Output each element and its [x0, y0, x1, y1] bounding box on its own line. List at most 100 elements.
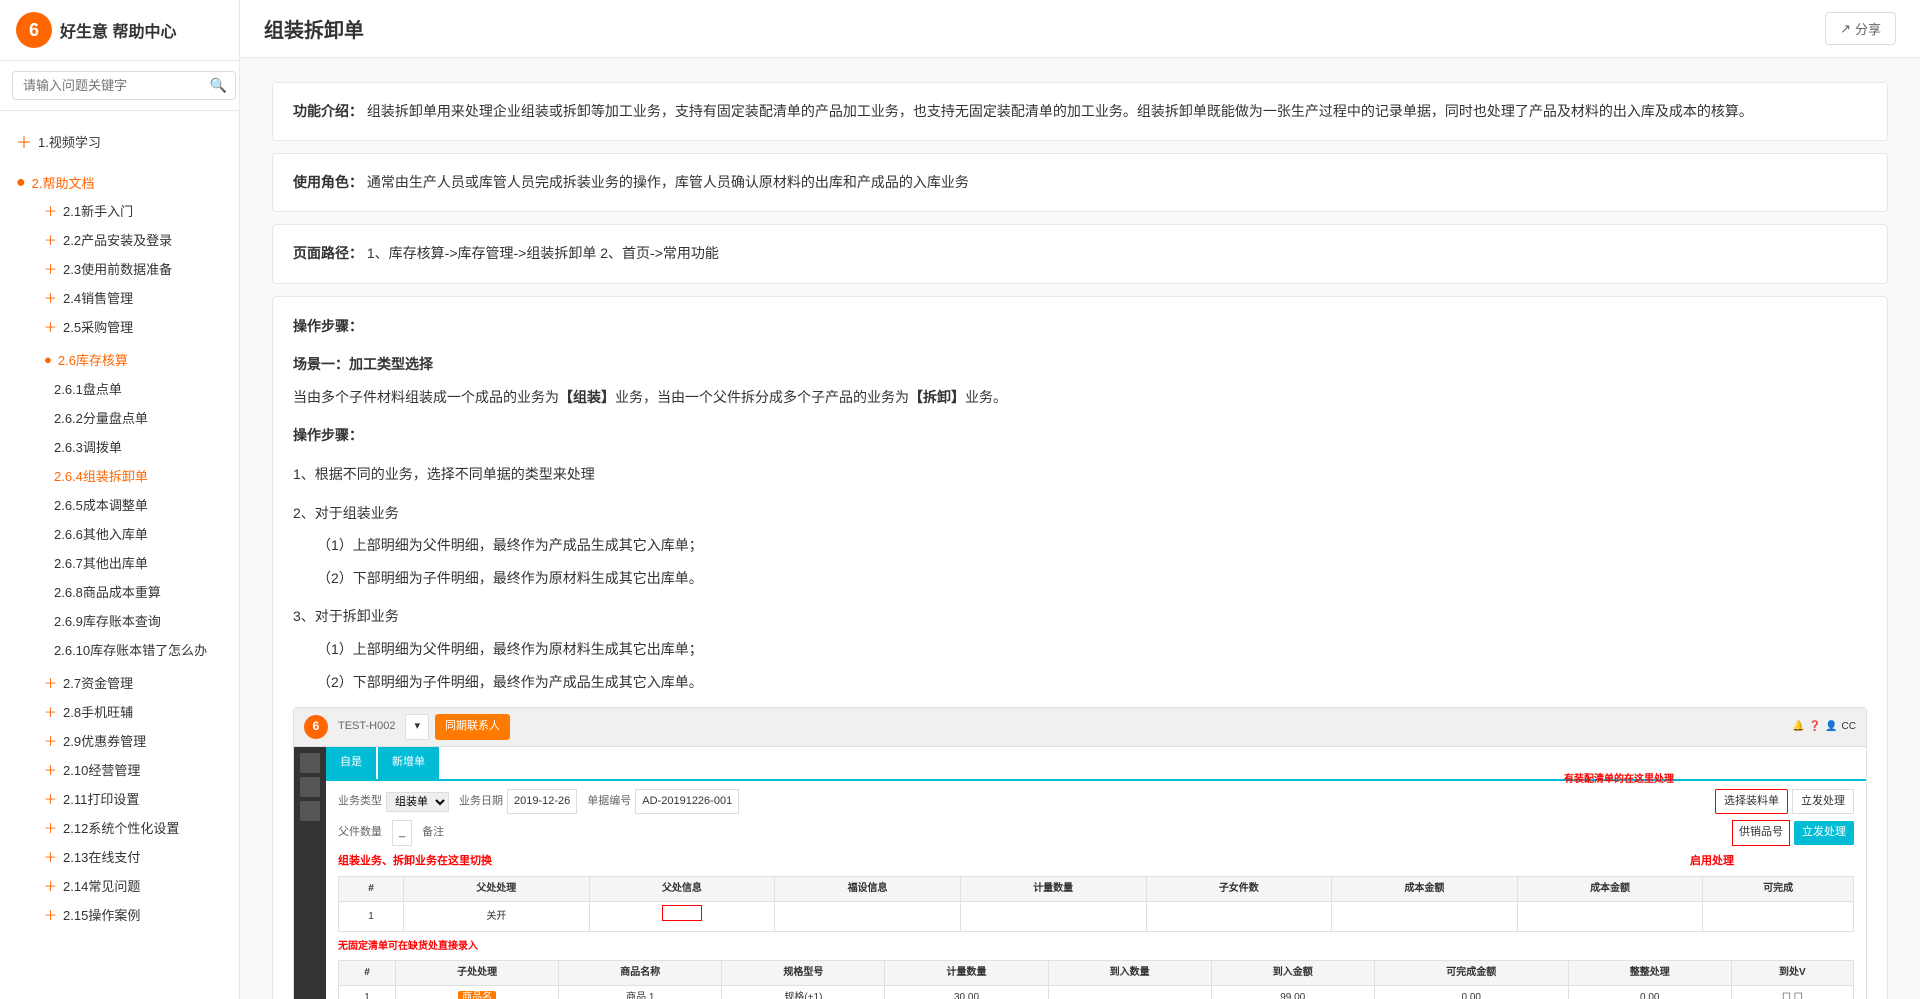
annotation2-text: 组装业务、拆卸业务在这里切换: [338, 852, 492, 872]
role-text: 通常由生产人员或库管人员完成拆装业务的操作，库管人员确认原材料的出库和产成品的入…: [367, 174, 969, 190]
ops-section: 操作步骤： 场景一：加工类型选择 当由多个子件材料组装成一个成品的业务为【组装】…: [272, 296, 1888, 999]
sidebar-item-install[interactable]: ＋ 2.2产品安装及登录: [36, 225, 223, 254]
sidebar-item-finance[interactable]: ＋ 2.7资金管理: [36, 668, 223, 697]
screen-table-upper: # 父处处理 父处信息 福设信息 计量数量 子女件数 成本金额 成本金额 可完成: [338, 876, 1854, 932]
screen-th-cost1: 成本金额: [1332, 877, 1518, 902]
cell-in-amt: 99.00: [1211, 986, 1374, 999]
path-label: 页面路径：: [293, 245, 363, 261]
screen-th-parent-op: 父处处理: [404, 877, 590, 902]
table-row: 1 关开: [339, 902, 1854, 932]
plus-icon: ＋: [44, 702, 57, 721]
sidebar-item-cost-recalc[interactable]: 2.6.8商品成本重算: [50, 577, 223, 606]
item-label: 2.6.6其他入库单: [54, 524, 148, 543]
sidebar-item-other-in[interactable]: 2.6.6其他入库单: [50, 519, 223, 548]
sidebar-item-online-pay[interactable]: ＋ 2.13在线支付: [36, 842, 223, 871]
sidebar-item-operations[interactable]: ＋ 2.10经营管理: [36, 755, 223, 784]
screen-th-child-num: 子女件数: [1146, 877, 1332, 902]
screen-th2-qty: 计量数量: [885, 961, 1048, 986]
screen-th-complete: 可完成: [1703, 877, 1854, 902]
cell-name: 商品 1: [559, 986, 722, 999]
step2-sub1: （1）上部明细为父件明细，最终作为产成品生成其它入库单；: [293, 532, 1867, 559]
inventory-sub-items: 2.6.1盘点单 2.6.2分量盘点单 2.6.3调拨单 2.6.4组装拆卸单: [36, 374, 223, 664]
screen-th-num: #: [339, 877, 404, 902]
screen-th-parent-info: 父处信息: [589, 877, 775, 902]
cell-parent-info: [589, 902, 775, 932]
cell-spec: 规格(+1): [722, 986, 885, 999]
plus-icon: ＋: [44, 201, 57, 220]
screen-no-value: AD-20191226-001: [635, 789, 739, 815]
item-label: 2.2产品安装及登录: [63, 230, 172, 249]
screen-tab-active[interactable]: 新增单: [378, 747, 439, 779]
sidebar-item-ledger-fix[interactable]: 2.6.10库存账本错了怎么办: [50, 635, 223, 664]
screen-type-group: 业务类型 组装单 拆卸单: [338, 792, 449, 812]
cell-child-op: 商品名: [396, 986, 559, 999]
sidebar-item-partial-stocktake[interactable]: 2.6.2分量盘点单: [50, 403, 223, 432]
minus-icon: ●: [16, 174, 26, 192]
sidebar-item-inventory[interactable]: ● 2.6库存核算: [36, 345, 223, 374]
sidebar-item-ledger-query[interactable]: 2.6.9库存账本查询: [50, 606, 223, 635]
ops-heading-block: 操作步骤：: [293, 313, 1867, 340]
sidebar-item-other-out[interactable]: 2.6.7其他出库单: [50, 548, 223, 577]
sidebar-item-coupon[interactable]: ＋ 2.9优惠券管理: [36, 726, 223, 755]
screen-nav-area: ▾ 同期联系人: [405, 714, 1782, 740]
screen-nav-icon2: [300, 777, 320, 797]
cell-qty: [960, 902, 1146, 932]
screen-count-label: 父件数量: [338, 823, 382, 843]
screen-search-btn[interactable]: 立发处理: [1794, 821, 1854, 845]
screen-select-plan-btn[interactable]: 选择装料单: [1715, 789, 1788, 815]
sidebar-item-stocktake[interactable]: 2.6.1盘点单: [50, 374, 223, 403]
cell-complete: [1703, 902, 1854, 932]
plus-icon: ＋: [44, 789, 57, 808]
screen-tab-new[interactable]: 自是: [326, 747, 376, 779]
step2-block: 2、对于组装业务 （1）上部明细为父件明细，最终作为产成品生成其它入库单； （2…: [293, 500, 1867, 592]
annotation3-text: 启用处理: [1690, 852, 1734, 872]
screen-th2-child-op: 子处处理: [396, 961, 559, 986]
screen-form-row1: 业务类型 组装单 拆卸单 业务日期 2019-12-26: [338, 789, 1854, 815]
screen-count-value: _: [392, 820, 412, 846]
func-intro-section: 功能介绍： 组装拆卸单用来处理企业组装或拆卸等加工业务，支持有固定装配清单的产品…: [272, 82, 1888, 141]
screen-top-icons: 🔔 ❓ 👤 CC: [1792, 718, 1856, 736]
sidebar-item-assembly[interactable]: 2.6.4组装拆卸单: [50, 461, 223, 490]
screen-th-cost2: 成本金额: [1517, 877, 1703, 902]
sidebar-item-sales[interactable]: ＋ 2.4销售管理: [36, 283, 223, 312]
logo-icon: 6: [16, 12, 52, 48]
sidebar-item-data-prep[interactable]: ＋ 2.3使用前数据准备: [36, 254, 223, 283]
plus-icon: ＋: [44, 731, 57, 750]
sidebar-item-purchase[interactable]: ＋ 2.5采购管理: [36, 312, 223, 341]
cell-cost1: [1332, 902, 1518, 932]
sidebar-item-mobile[interactable]: ＋ 2.8手机旺辅: [36, 697, 223, 726]
plus-icon: ＋: [44, 259, 57, 278]
sidebar-item-help-docs[interactable]: ● 2.帮助文档: [16, 169, 223, 196]
path-text: 1、库存核算->库存管理->组装拆卸单 2、首页->常用功能: [367, 245, 719, 261]
cell-v: ☐ ☐: [1731, 986, 1853, 999]
sidebar-item-label: 1.视频学习: [38, 132, 101, 151]
screen-apply-btn[interactable]: 立发处理: [1792, 789, 1854, 815]
sidebar-item-beginner[interactable]: ＋ 2.1新手入门: [36, 196, 223, 225]
plus-icon: ＋: [44, 876, 57, 895]
plus-icon: ＋: [44, 673, 57, 692]
steps-heading: 操作步骤：: [293, 422, 1867, 449]
sidebar-item-cost-adjust[interactable]: 2.6.5成本调整单: [50, 490, 223, 519]
screen-th2-process: 整整处理: [1568, 961, 1731, 986]
func-intro-text: 组装拆卸单用来处理企业组装或拆卸等加工业务，支持有固定装配清单的产品加工业务，也…: [367, 103, 1753, 119]
item-label: 2.6.1盘点单: [54, 379, 122, 398]
main-content: 功能介绍： 组装拆卸单用来处理企业组装或拆卸等加工业务，支持有固定装配清单的产品…: [240, 58, 1920, 999]
screen-annotation2-row: 组装业务、拆卸业务在这里切换 启用处理: [338, 852, 1854, 872]
search-button[interactable]: 🔍: [210, 77, 227, 94]
screen-search-field: 供销品号: [1732, 820, 1790, 846]
app-title: 好生意 帮助中心: [60, 18, 176, 42]
screen-no-label: 单据编号: [587, 792, 631, 812]
search-input[interactable]: [12, 71, 236, 100]
sidebar-item-transfer[interactable]: 2.6.3调拨单: [50, 432, 223, 461]
screen-topbar: 6 TEST-H002 ▾ 同期联系人 🔔 ❓ 👤 CC: [294, 708, 1866, 747]
screen-th2-name: 商品名称: [559, 961, 722, 986]
screen-type-select[interactable]: 组装单 拆卸单: [386, 792, 449, 812]
sidebar-item-video-learning[interactable]: ＋ 1.视频学习: [16, 125, 223, 157]
sidebar-item-case-studies[interactable]: ＋ 2.15操作案例: [36, 900, 223, 929]
nav-sub-section-inventory: ● 2.6库存核算 2.6.1盘点单 2.6.2分量盘点单 2.6.3调拨单: [36, 341, 223, 668]
item-label: 2.11打印设置: [63, 789, 139, 808]
sidebar-item-personalize[interactable]: ＋ 2.12系统个性化设置: [36, 813, 223, 842]
share-button[interactable]: ↗ 分享: [1825, 12, 1896, 45]
sidebar-item-faq[interactable]: ＋ 2.14常见问题: [36, 871, 223, 900]
sidebar-item-print[interactable]: ＋ 2.11打印设置: [36, 784, 223, 813]
